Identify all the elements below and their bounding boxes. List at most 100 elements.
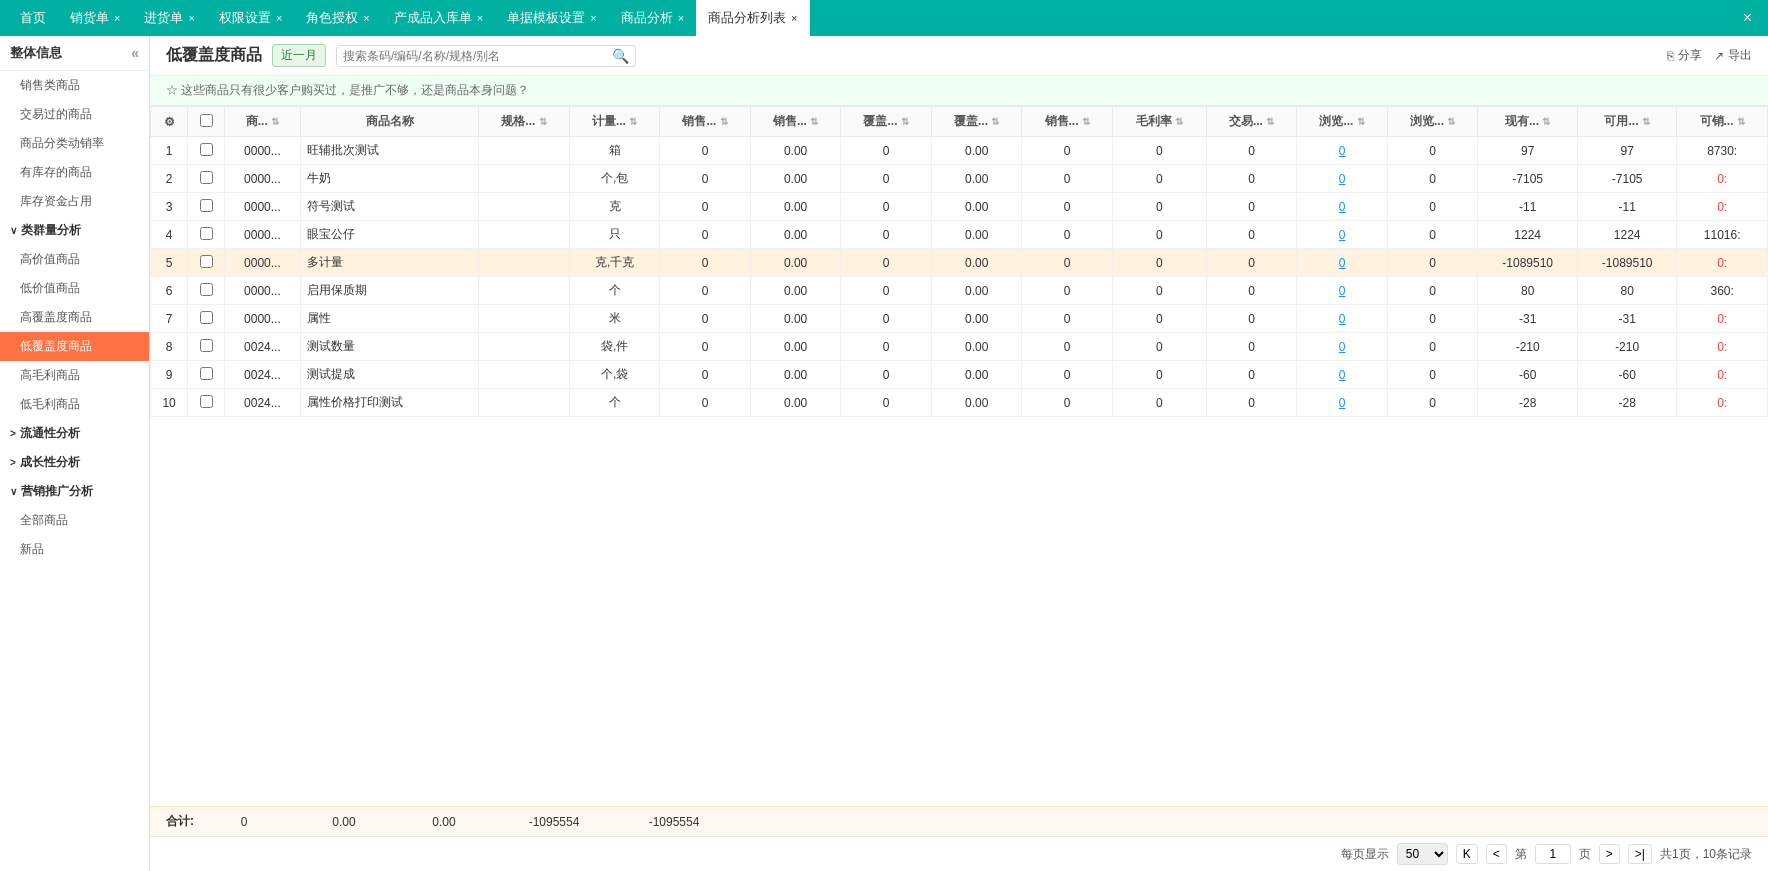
sidebar-item-all-goods[interactable]: 全部商品 bbox=[0, 506, 149, 535]
share-button[interactable]: ⎘ 分享 bbox=[1667, 47, 1702, 64]
cell-sales-count: 0 bbox=[1022, 193, 1113, 221]
col-available[interactable]: 可用... ⇅ bbox=[1577, 107, 1676, 137]
search-input[interactable] bbox=[343, 49, 612, 63]
cell-checkbox[interactable] bbox=[188, 249, 225, 277]
nav-item-sales[interactable]: 销货单 × bbox=[58, 0, 132, 36]
nav-close-roles[interactable]: × bbox=[363, 12, 369, 24]
nav-item-products[interactable]: 产成品入库单 × bbox=[382, 0, 495, 36]
nav-item-home[interactable]: 首页 bbox=[8, 0, 58, 36]
cell-browse1[interactable]: 0 bbox=[1297, 333, 1388, 361]
row-checkbox[interactable] bbox=[200, 311, 213, 324]
row-checkbox[interactable] bbox=[200, 143, 213, 156]
sidebar-group-marketing[interactable]: ∨ 营销推广分析 bbox=[0, 477, 149, 506]
cell-browse1[interactable]: 0 bbox=[1297, 361, 1388, 389]
row-checkbox[interactable] bbox=[200, 367, 213, 380]
cell-browse1[interactable]: 0 bbox=[1297, 165, 1388, 193]
nav-close-templates[interactable]: × bbox=[590, 12, 596, 24]
page-input[interactable] bbox=[1535, 844, 1571, 864]
col-browse2[interactable]: 浏览... ⇅ bbox=[1387, 107, 1478, 137]
sidebar-item-stock-fund[interactable]: 库存资金占用 bbox=[0, 187, 149, 216]
nav-close-analysis-list[interactable]: × bbox=[791, 12, 797, 24]
sidebar-item-low-coverage[interactable]: 低覆盖度商品 bbox=[0, 332, 149, 361]
nav-close-products[interactable]: × bbox=[477, 12, 483, 24]
prev-page-button[interactable]: < bbox=[1486, 844, 1507, 864]
row-checkbox[interactable] bbox=[200, 199, 213, 212]
cell-browse1[interactable]: 0 bbox=[1297, 249, 1388, 277]
col-checkbox[interactable] bbox=[188, 107, 225, 137]
cell-browse1[interactable]: 0 bbox=[1297, 389, 1388, 417]
cell-current: 97 bbox=[1478, 137, 1577, 165]
cell-checkbox[interactable] bbox=[188, 221, 225, 249]
cell-checkbox[interactable] bbox=[188, 305, 225, 333]
nav-item-templates[interactable]: 单据模板设置 × bbox=[495, 0, 608, 36]
last-page-button[interactable]: >| bbox=[1628, 844, 1652, 864]
table-container[interactable]: ⚙ 商... ⇅ 商品名称 规格... ⇅ 计量... ⇅ 销售... ⇅ 销售… bbox=[150, 106, 1768, 806]
sidebar-item-new-goods[interactable]: 新品 bbox=[0, 535, 149, 564]
sidebar-item-category-rate[interactable]: 商品分类动销率 bbox=[0, 129, 149, 158]
cell-browse1[interactable]: 0 bbox=[1297, 305, 1388, 333]
sidebar-collapse-button[interactable]: « bbox=[131, 45, 139, 61]
nav-close-purchase[interactable]: × bbox=[188, 12, 194, 24]
cell-checkbox[interactable] bbox=[188, 389, 225, 417]
col-cover2[interactable]: 覆盖... ⇅ bbox=[931, 107, 1022, 137]
sidebar-item-stock-goods[interactable]: 有库存的商品 bbox=[0, 158, 149, 187]
row-checkbox[interactable] bbox=[200, 395, 213, 408]
cell-current: -11 bbox=[1478, 193, 1577, 221]
row-checkbox[interactable] bbox=[200, 283, 213, 296]
nav-close-sales[interactable]: × bbox=[114, 12, 120, 24]
col-gross-rate[interactable]: 毛利率 ⇅ bbox=[1112, 107, 1206, 137]
row-checkbox[interactable] bbox=[200, 227, 213, 240]
sidebar-item-sales-goods[interactable]: 销售类商品 bbox=[0, 71, 149, 100]
cell-checkbox[interactable] bbox=[188, 193, 225, 221]
col-saleable[interactable]: 可销... ⇅ bbox=[1677, 107, 1768, 137]
col-browse1[interactable]: 浏览... ⇅ bbox=[1297, 107, 1388, 137]
cell-checkbox[interactable] bbox=[188, 277, 225, 305]
first-page-button[interactable]: K bbox=[1456, 844, 1478, 864]
nav-close-perms[interactable]: × bbox=[276, 12, 282, 24]
cell-name: 牛奶 bbox=[301, 165, 479, 193]
sidebar-item-high-coverage[interactable]: 高覆盖度商品 bbox=[0, 303, 149, 332]
col-settings[interactable]: ⚙ bbox=[151, 107, 188, 137]
next-page-button[interactable]: > bbox=[1599, 844, 1620, 864]
sidebar-item-low-margin[interactable]: 低毛利商品 bbox=[0, 390, 149, 419]
col-current[interactable]: 现有... ⇅ bbox=[1478, 107, 1577, 137]
col-trade[interactable]: 交易... ⇅ bbox=[1206, 107, 1297, 137]
col-spec[interactable]: 规格... ⇅ bbox=[479, 107, 570, 137]
nav-item-roles[interactable]: 角色授权 × bbox=[294, 0, 381, 36]
row-checkbox[interactable] bbox=[200, 171, 213, 184]
cell-checkbox[interactable] bbox=[188, 333, 225, 361]
window-close-button[interactable]: × bbox=[1735, 9, 1760, 27]
row-checkbox[interactable] bbox=[200, 339, 213, 352]
cell-checkbox[interactable] bbox=[188, 137, 225, 165]
cell-browse1[interactable]: 0 bbox=[1297, 221, 1388, 249]
page-size-select[interactable]: 50 100 200 bbox=[1397, 843, 1448, 865]
select-all-checkbox[interactable] bbox=[200, 114, 213, 127]
cell-checkbox[interactable] bbox=[188, 165, 225, 193]
sidebar-group-growth[interactable]: > 成长性分析 bbox=[0, 448, 149, 477]
col-sales-qty[interactable]: 销售... ⇅ bbox=[660, 107, 751, 137]
export-button[interactable]: ↗ 导出 bbox=[1714, 47, 1752, 64]
cell-browse1[interactable]: 0 bbox=[1297, 193, 1388, 221]
cell-checkbox[interactable] bbox=[188, 361, 225, 389]
row-checkbox[interactable] bbox=[200, 255, 213, 268]
col-name[interactable]: 商品名称 bbox=[301, 107, 479, 137]
nav-item-purchase[interactable]: 进货单 × bbox=[132, 0, 206, 36]
sidebar-group-liquidity[interactable]: > 流通性分析 bbox=[0, 419, 149, 448]
col-sales-count[interactable]: 销售... ⇅ bbox=[1022, 107, 1113, 137]
nav-close-analysis[interactable]: × bbox=[678, 12, 684, 24]
sidebar-item-high-margin[interactable]: 高毛利商品 bbox=[0, 361, 149, 390]
nav-item-perms[interactable]: 权限设置 × bbox=[207, 0, 294, 36]
col-sales-amt[interactable]: 销售... ⇅ bbox=[750, 107, 841, 137]
nav-item-analysis[interactable]: 商品分析 × bbox=[609, 0, 696, 36]
sidebar-group-cluster[interactable]: ∨ 类群量分析 bbox=[0, 216, 149, 245]
sidebar-item-high-value[interactable]: 高价值商品 bbox=[0, 245, 149, 274]
col-code[interactable]: 商... ⇅ bbox=[224, 107, 300, 137]
filter-button[interactable]: 近一月 bbox=[272, 44, 326, 67]
sidebar-item-low-value[interactable]: 低价值商品 bbox=[0, 274, 149, 303]
sidebar-item-traded-goods[interactable]: 交易过的商品 bbox=[0, 100, 149, 129]
col-unit[interactable]: 计量... ⇅ bbox=[569, 107, 660, 137]
cell-browse1[interactable]: 0 bbox=[1297, 137, 1388, 165]
cell-browse1[interactable]: 0 bbox=[1297, 277, 1388, 305]
nav-item-analysis-list[interactable]: 商品分析列表 × bbox=[696, 0, 809, 36]
col-cover1[interactable]: 覆盖... ⇅ bbox=[841, 107, 932, 137]
